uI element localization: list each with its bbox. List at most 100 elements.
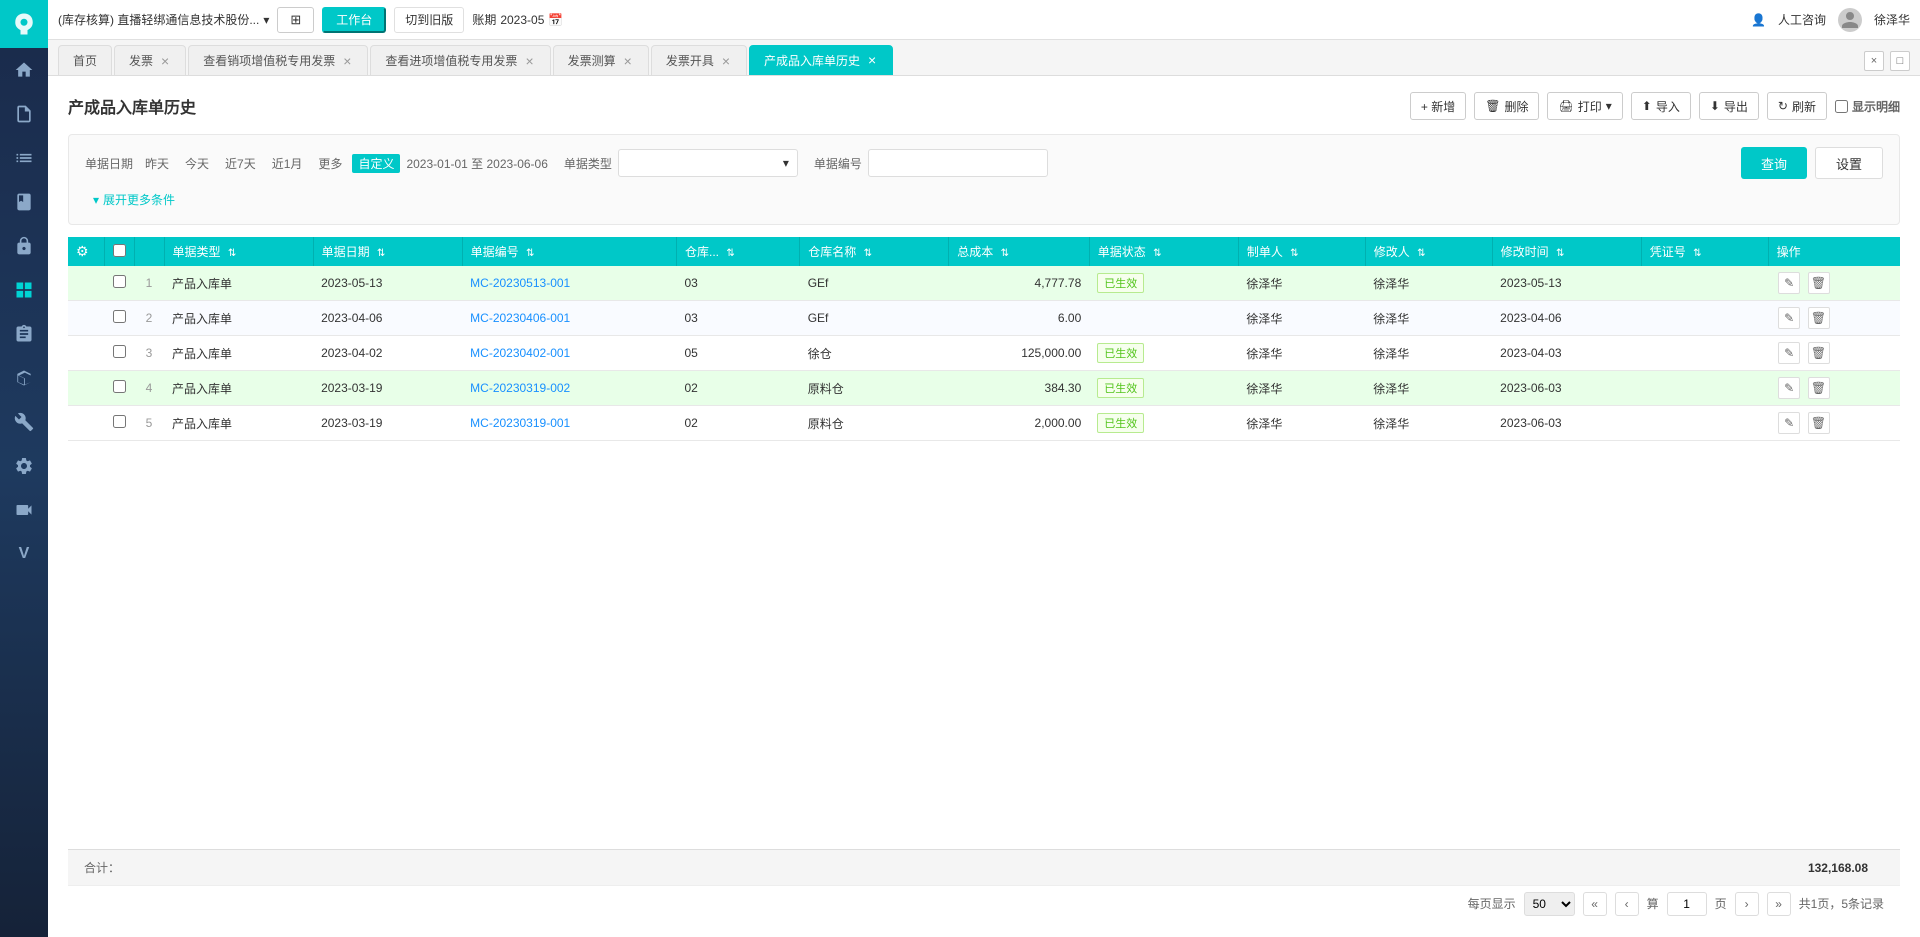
- row-number[interactable]: MC-20230319-001: [462, 406, 676, 441]
- row-edit-btn[interactable]: ✎: [1778, 342, 1800, 364]
- col-settings[interactable]: ⚙: [68, 237, 104, 266]
- workbench-btn[interactable]: 工作台: [322, 7, 386, 33]
- display-toggle-checkbox[interactable]: [1835, 100, 1848, 113]
- copy-btn[interactable]: ⊞: [277, 7, 314, 33]
- page-next-btn[interactable]: ›: [1735, 892, 1759, 916]
- sidebar-item-book[interactable]: [0, 180, 48, 224]
- tab-sales-vat[interactable]: 查看销项增值税专用发票 ×: [188, 45, 368, 75]
- col-creator[interactable]: 制单人 ⇅: [1238, 237, 1365, 266]
- refresh-btn[interactable]: ↻ 刷新: [1767, 92, 1827, 120]
- row-checkbox-cell[interactable]: [104, 336, 134, 371]
- row-delete-btn[interactable]: 🗑: [1808, 377, 1830, 399]
- row-delete-btn[interactable]: 🗑: [1808, 412, 1830, 434]
- page-last-btn[interactable]: »: [1767, 892, 1791, 916]
- delete-btn[interactable]: 🗑 删除: [1474, 92, 1539, 120]
- col-type[interactable]: 单据类型 ⇅: [164, 237, 313, 266]
- select-all-checkbox[interactable]: [113, 244, 126, 257]
- tab-purchase-vat[interactable]: 查看进项增值税专用发票 ×: [370, 45, 550, 75]
- page-size-select[interactable]: 50 100 200: [1524, 892, 1575, 916]
- row-checkbox-cell[interactable]: [104, 371, 134, 406]
- sidebar-item-invoice[interactable]: [0, 92, 48, 136]
- import-btn[interactable]: ⬆ 导入: [1631, 92, 1691, 120]
- sidebar-item-chart[interactable]: [0, 136, 48, 180]
- row-delete-btn[interactable]: 🗑: [1808, 307, 1830, 329]
- row-number[interactable]: MC-20230402-001: [462, 336, 676, 371]
- row-checkbox[interactable]: [113, 275, 126, 288]
- col-status[interactable]: 单据状态 ⇅: [1089, 237, 1238, 266]
- row-edit-btn[interactable]: ✎: [1778, 307, 1800, 329]
- tab-home[interactable]: 首页: [58, 45, 112, 75]
- tab-sales-vat-close[interactable]: ×: [341, 54, 353, 68]
- shortcut-custom[interactable]: 自定义: [352, 154, 400, 173]
- window-close-btn[interactable]: ×: [1864, 51, 1884, 71]
- row-delete-btn[interactable]: 🗑: [1808, 272, 1830, 294]
- row-number-link[interactable]: MC-20230513-001: [470, 276, 570, 290]
- shortcut-yesterday[interactable]: 昨天: [139, 154, 175, 173]
- row-number-link[interactable]: MC-20230406-001: [470, 311, 570, 325]
- sidebar-item-v[interactable]: V: [0, 532, 48, 576]
- expand-conditions-btn[interactable]: ▾ 展开更多条件: [85, 187, 1883, 212]
- tab-invoice-close[interactable]: ×: [159, 54, 171, 68]
- col-number[interactable]: 单据编号 ⇅: [462, 237, 676, 266]
- user-name[interactable]: 徐泽华: [1874, 11, 1910, 28]
- row-edit-btn[interactable]: ✎: [1778, 272, 1800, 294]
- company-dropdown-icon[interactable]: ▾: [263, 13, 269, 27]
- col-date[interactable]: 单据日期 ⇅: [313, 237, 462, 266]
- number-filter-input[interactable]: [868, 149, 1048, 177]
- page-input[interactable]: [1667, 892, 1707, 916]
- col-voucher[interactable]: 凭证号 ⇅: [1641, 237, 1768, 266]
- tab-invoice-calc[interactable]: 发票测算 ×: [553, 45, 649, 75]
- page-prev-btn[interactable]: ‹: [1615, 892, 1639, 916]
- row-edit-btn[interactable]: ✎: [1778, 412, 1800, 434]
- tab-invoice-open-close[interactable]: ×: [720, 54, 732, 68]
- row-checkbox-cell[interactable]: [104, 301, 134, 336]
- type-select[interactable]: ▾: [618, 149, 798, 177]
- query-btn[interactable]: 查询: [1741, 147, 1807, 179]
- tab-invoice[interactable]: 发票 ×: [114, 45, 186, 75]
- help-label[interactable]: 人工咨询: [1778, 11, 1826, 28]
- shortcut-today[interactable]: 今天: [179, 154, 215, 173]
- col-total-cost[interactable]: 总成本 ⇅: [949, 237, 1089, 266]
- page-first-btn[interactable]: «: [1583, 892, 1607, 916]
- table-row[interactable]: 1 产品入库单 2023-05-13 MC-20230513-001 03 GE…: [68, 266, 1900, 301]
- window-maximize-btn[interactable]: □: [1890, 51, 1910, 71]
- row-checkbox[interactable]: [113, 380, 126, 393]
- col-modifier[interactable]: 修改人 ⇅: [1365, 237, 1492, 266]
- shortcut-7days[interactable]: 近7天: [219, 154, 262, 173]
- tab-product-history-close[interactable]: ×: [866, 53, 878, 67]
- tab-invoice-calc-close[interactable]: ×: [622, 54, 634, 68]
- col-modify-time[interactable]: 修改时间 ⇅: [1492, 237, 1641, 266]
- set-btn[interactable]: 设置: [1815, 147, 1883, 179]
- sidebar-item-home[interactable]: [0, 48, 48, 92]
- tab-invoice-open[interactable]: 发票开具 ×: [651, 45, 747, 75]
- new-btn[interactable]: + 新增: [1410, 92, 1466, 120]
- row-checkbox-cell[interactable]: [104, 406, 134, 441]
- tab-purchase-vat-close[interactable]: ×: [523, 54, 535, 68]
- table-row[interactable]: 5 产品入库单 2023-03-19 MC-20230319-001 02 原料…: [68, 406, 1900, 441]
- row-checkbox-cell[interactable]: [104, 266, 134, 301]
- table-row[interactable]: 2 产品入库单 2023-04-06 MC-20230406-001 03 GE…: [68, 301, 1900, 336]
- period-calendar-icon[interactable]: 📅: [548, 13, 563, 27]
- row-checkbox[interactable]: [113, 415, 126, 428]
- row-number-link[interactable]: MC-20230319-001: [470, 416, 570, 430]
- app-logo[interactable]: [0, 0, 48, 48]
- shortcut-more[interactable]: 更多: [312, 154, 348, 173]
- table-settings-icon[interactable]: ⚙: [76, 243, 89, 259]
- row-number[interactable]: MC-20230319-002: [462, 371, 676, 406]
- row-number-link[interactable]: MC-20230319-002: [470, 381, 570, 395]
- row-number[interactable]: MC-20230513-001: [462, 266, 676, 301]
- row-edit-btn[interactable]: ✎: [1778, 377, 1800, 399]
- display-toggle[interactable]: 显示明细: [1835, 92, 1900, 120]
- col-warehouse-name[interactable]: 仓库名称 ⇅: [800, 237, 949, 266]
- sidebar-item-grid[interactable]: [0, 268, 48, 312]
- table-row[interactable]: 3 产品入库单 2023-04-02 MC-20230402-001 05 徐仓…: [68, 336, 1900, 371]
- row-delete-btn[interactable]: 🗑: [1808, 342, 1830, 364]
- sidebar-item-lock[interactable]: [0, 224, 48, 268]
- sidebar-item-settings[interactable]: [0, 444, 48, 488]
- sidebar-item-package[interactable]: [0, 356, 48, 400]
- sidebar-item-clipboard[interactable]: [0, 312, 48, 356]
- row-number-link[interactable]: MC-20230402-001: [470, 346, 570, 360]
- row-number[interactable]: MC-20230406-001: [462, 301, 676, 336]
- shortcut-1month[interactable]: 近1月: [266, 154, 309, 173]
- col-warehouse-code[interactable]: 仓库... ⇅: [677, 237, 800, 266]
